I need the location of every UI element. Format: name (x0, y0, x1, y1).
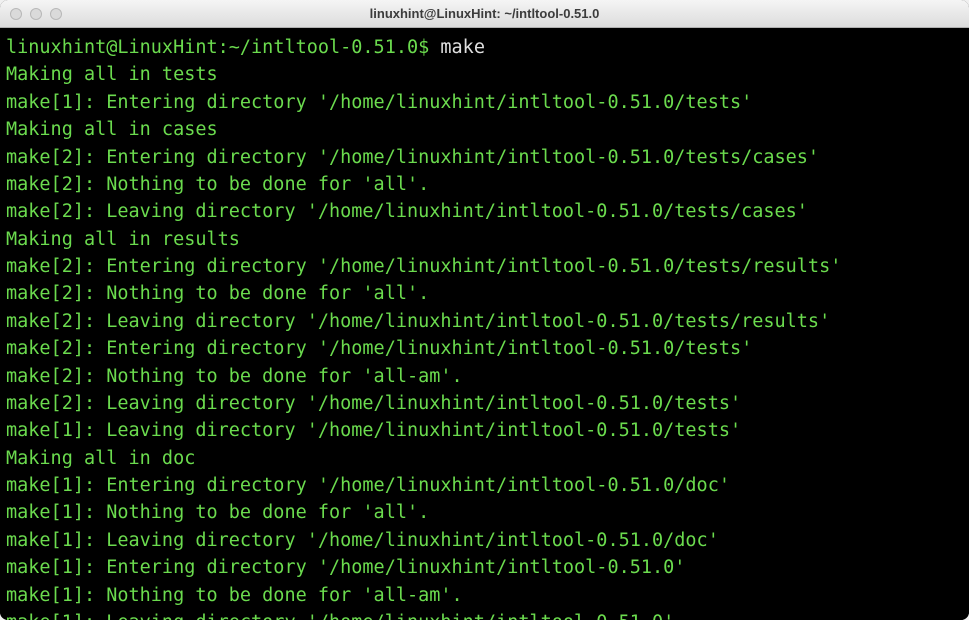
terminal-output-line: make[2]: Leaving directory '/home/linuxh… (6, 198, 963, 225)
terminal-output-line: Making all in results (6, 226, 963, 253)
terminal-output-line: make[2]: Leaving directory '/home/linuxh… (6, 308, 963, 335)
terminal-output-line: make[1]: Entering directory '/home/linux… (6, 554, 963, 581)
prompt-userhost: linuxhint@LinuxHint (6, 37, 218, 58)
terminal-output-line: make[2]: Nothing to be done for 'all-am'… (6, 363, 963, 390)
command-text: make (440, 37, 485, 58)
terminal-output-line: make[1]: Leaving directory '/home/linuxh… (6, 609, 963, 620)
titlebar: linuxhint@LinuxHint: ~/intltool-0.51.0 (0, 0, 969, 28)
terminal-output-line: make[1]: Leaving directory '/home/linuxh… (6, 527, 963, 554)
terminal-output-line: make[1]: Nothing to be done for 'all'. (6, 499, 963, 526)
terminal-output-line: make[2]: Entering directory '/home/linux… (6, 335, 963, 362)
terminal-output-line: make[2]: Nothing to be done for 'all'. (6, 171, 963, 198)
terminal-output-line: Making all in doc (6, 445, 963, 472)
terminal-output-line: make[2]: Nothing to be done for 'all'. (6, 280, 963, 307)
close-icon[interactable] (10, 8, 22, 20)
terminal-output-line: make[2]: Entering directory '/home/linux… (6, 253, 963, 280)
prompt-line-1: linuxhint@LinuxHint:~/intltool-0.51.0$ m… (6, 34, 963, 61)
terminal-output-line: make[1]: Entering directory '/home/linux… (6, 472, 963, 499)
terminal-output-line: Making all in tests (6, 61, 963, 88)
window-title: linuxhint@LinuxHint: ~/intltool-0.51.0 (370, 6, 600, 21)
maximize-icon[interactable] (50, 8, 62, 20)
terminal-output-line: make[2]: Entering directory '/home/linux… (6, 144, 963, 171)
prompt-symbol: $ (418, 37, 429, 58)
terminal-output-line: make[1]: Entering directory '/home/linux… (6, 89, 963, 116)
terminal-output-line: Making all in cases (6, 116, 963, 143)
terminal-output-line: make[1]: Nothing to be done for 'all-am'… (6, 582, 963, 609)
terminal-body[interactable]: linuxhint@LinuxHint:~/intltool-0.51.0$ m… (0, 28, 969, 620)
prompt-path: ~/intltool-0.51.0 (229, 37, 418, 58)
terminal-window: linuxhint@LinuxHint: ~/intltool-0.51.0 l… (0, 0, 969, 620)
window-controls (10, 8, 62, 20)
terminal-output-line: make[1]: Leaving directory '/home/linuxh… (6, 417, 963, 444)
terminal-output-line: make[2]: Leaving directory '/home/linuxh… (6, 390, 963, 417)
minimize-icon[interactable] (30, 8, 42, 20)
